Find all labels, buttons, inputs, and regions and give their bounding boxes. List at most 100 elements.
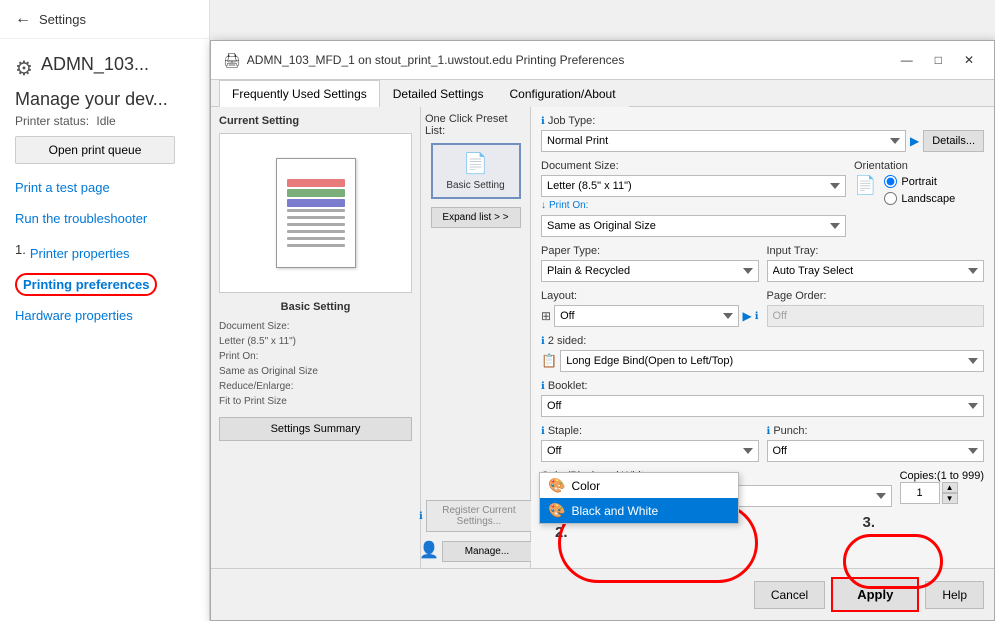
- preset-icon: 📄: [463, 151, 488, 176]
- printer-properties-link[interactable]: Printer properties: [30, 242, 130, 265]
- page-order-label: Page Order:: [767, 290, 985, 302]
- print-on-label: ↓ Print On:: [541, 200, 846, 211]
- minimize-button[interactable]: —: [893, 49, 921, 71]
- basic-setting-preset[interactable]: 📄 Basic Setting: [431, 143, 521, 199]
- portrait-icon: 📄: [854, 175, 876, 196]
- layout-select[interactable]: Off: [554, 305, 739, 327]
- settings-header: ← Settings: [0, 0, 209, 39]
- num1-label: 1.: [15, 242, 26, 257]
- dropdown-item-bw[interactable]: 🎨 Black and White: [540, 498, 738, 523]
- paper-type-group: Paper Type: Plain & Recycled: [541, 245, 759, 282]
- maximize-button[interactable]: □: [927, 49, 950, 71]
- input-tray-select[interactable]: Auto Tray Select: [767, 260, 985, 282]
- device-icon: ⚙: [15, 56, 33, 81]
- booklet-select[interactable]: Off: [541, 395, 984, 417]
- color-icon-1: 🎨: [548, 477, 565, 494]
- two-sided-select[interactable]: Long Edge Bind(Open to Left/Top): [560, 350, 984, 372]
- basic-setting-name: Basic Setting: [219, 301, 412, 313]
- doc-size-group: Document Size: Letter (8.5" x 11") ↓ Pri…: [541, 160, 846, 237]
- printer-status: Printer status: Idle: [15, 114, 194, 128]
- dialog-titlebar: 🖨 ADMN_103_MFD_1 on stout_print_1.uwstou…: [211, 41, 994, 80]
- doc-size-select[interactable]: Letter (8.5" x 11"): [541, 175, 846, 197]
- current-setting-label: Current Setting: [219, 115, 412, 127]
- copies-down-button[interactable]: ▼: [942, 493, 958, 504]
- orientation-group: Orientation 📄 Portrait L: [854, 160, 984, 205]
- copies-up-button[interactable]: ▲: [942, 482, 958, 493]
- punch-info-icon[interactable]: ℹ: [767, 426, 771, 437]
- tab-frequently-used[interactable]: Frequently Used Settings: [219, 80, 380, 107]
- layout-icon: ⊞: [541, 309, 551, 323]
- punch-label: Punch:: [773, 425, 807, 437]
- play-icon[interactable]: ▶: [910, 134, 919, 148]
- device-name: ADMN_103...: [41, 54, 149, 75]
- job-type-info-icon[interactable]: ℹ: [541, 116, 545, 127]
- portrait-option[interactable]: Portrait: [884, 175, 955, 188]
- expand-list-button[interactable]: Expand list > >: [431, 207, 521, 228]
- bw-icon: 🎨: [548, 502, 565, 519]
- current-setting-preview: [219, 133, 412, 293]
- paper-type-select[interactable]: Plain & Recycled: [541, 260, 759, 282]
- tab-detailed-settings[interactable]: Detailed Settings: [380, 80, 497, 107]
- booklet-label: Booklet:: [548, 380, 588, 392]
- job-type-group: ℹ Job Type: Normal Print ▶ Details...: [541, 115, 984, 152]
- back-button[interactable]: ←: [15, 10, 31, 28]
- apply-button[interactable]: Apply: [831, 577, 919, 612]
- tab-configuration-about[interactable]: Configuration/About: [496, 80, 628, 107]
- printing-preferences-dialog: 🖨 ADMN_103_MFD_1 on stout_print_1.uwstou…: [210, 40, 995, 621]
- two-sided-group: ℹ 2 sided: 📋 Long Edge Bind(Open to Left…: [541, 335, 984, 372]
- bottom-bar: Cancel Apply Help: [211, 568, 994, 620]
- layout-page-order-row: Layout: ⊞ Off ▶ ℹ Page Order:: [541, 290, 984, 327]
- punch-select[interactable]: Off: [767, 440, 985, 462]
- dialog-title: ADMN_103_MFD_1 on stout_print_1.uwstout.…: [247, 53, 887, 67]
- two-sided-info-icon[interactable]: ℹ: [541, 336, 545, 347]
- two-sided-icon: 📋: [541, 353, 557, 369]
- print-test-page-link[interactable]: Print a test page: [15, 176, 194, 199]
- job-type-row: ℹ Job Type: Normal Print ▶ Details...: [541, 115, 984, 152]
- open-print-queue-button[interactable]: Open print queue: [15, 136, 175, 164]
- preset-name: Basic Setting: [446, 180, 504, 191]
- job-type-label: Job Type:: [548, 115, 596, 127]
- register-settings-button[interactable]: Register Current Settings...: [426, 500, 532, 532]
- page-order-select[interactable]: Off: [767, 305, 985, 327]
- dropdown-item-color1[interactable]: 🎨 Color: [540, 473, 738, 498]
- orientation-label: Orientation: [854, 160, 984, 172]
- settings-title: Settings: [39, 12, 86, 27]
- booklet-group: ℹ Booklet: Off: [541, 380, 984, 417]
- staple-select[interactable]: Off: [541, 440, 759, 462]
- preset-panel: One Click Preset List: 📄 Basic Setting E…: [421, 107, 531, 568]
- job-type-select[interactable]: Normal Print: [541, 130, 906, 152]
- arrow-down-icon: ↓: [541, 200, 546, 211]
- copies-input[interactable]: [900, 482, 940, 504]
- settings-summary-button[interactable]: Settings Summary: [219, 417, 412, 441]
- cancel-button[interactable]: Cancel: [754, 581, 825, 609]
- current-setting-panel: Current Setting Basic S: [211, 107, 421, 568]
- manage-button[interactable]: Manage...: [442, 541, 532, 562]
- input-tray-group: Input Tray: Auto Tray Select: [767, 245, 985, 282]
- close-button[interactable]: ✕: [956, 49, 982, 71]
- setting-detail: Document Size: Letter (8.5" x 11") Print…: [219, 319, 412, 409]
- spinner-buttons: ▲ ▼: [942, 482, 958, 504]
- portrait-radio[interactable]: [884, 175, 897, 188]
- print-on-select[interactable]: Same as Original Size: [541, 215, 846, 237]
- details-button[interactable]: Details...: [923, 130, 984, 152]
- dialog-tabs: Frequently Used Settings Detailed Settin…: [211, 80, 994, 107]
- staple-info-icon[interactable]: ℹ: [541, 426, 545, 437]
- paper-type-label: Paper Type:: [541, 245, 759, 257]
- troubleshooter-link[interactable]: Run the troubleshooter: [15, 207, 194, 230]
- booklet-info-icon[interactable]: ℹ: [541, 381, 545, 392]
- layout-info-icon[interactable]: ℹ: [755, 311, 759, 322]
- layout-play-icon[interactable]: ▶: [742, 309, 751, 323]
- device-section: ⚙ ADMN_103... Manage your dev... Printer…: [0, 39, 209, 342]
- landscape-option[interactable]: Landscape: [884, 192, 955, 205]
- two-sided-row: ℹ 2 sided: 📋 Long Edge Bind(Open to Left…: [541, 335, 984, 372]
- orientation-options: Portrait Landscape: [884, 175, 955, 205]
- punch-group: ℹ Punch: Off: [767, 425, 985, 462]
- help-button[interactable]: Help: [925, 581, 984, 609]
- two-sided-label: 2 sided:: [548, 335, 587, 347]
- copies-group: Copies:(1 to 999) ▲ ▼: [900, 470, 984, 504]
- dialog-body: Current Setting Basic S: [211, 107, 994, 568]
- preset-list-label: One Click Preset List:: [425, 113, 526, 137]
- hardware-properties-link[interactable]: Hardware properties: [15, 304, 194, 327]
- landscape-radio[interactable]: [884, 192, 897, 205]
- printing-preferences-link[interactable]: Printing preferences: [15, 273, 157, 296]
